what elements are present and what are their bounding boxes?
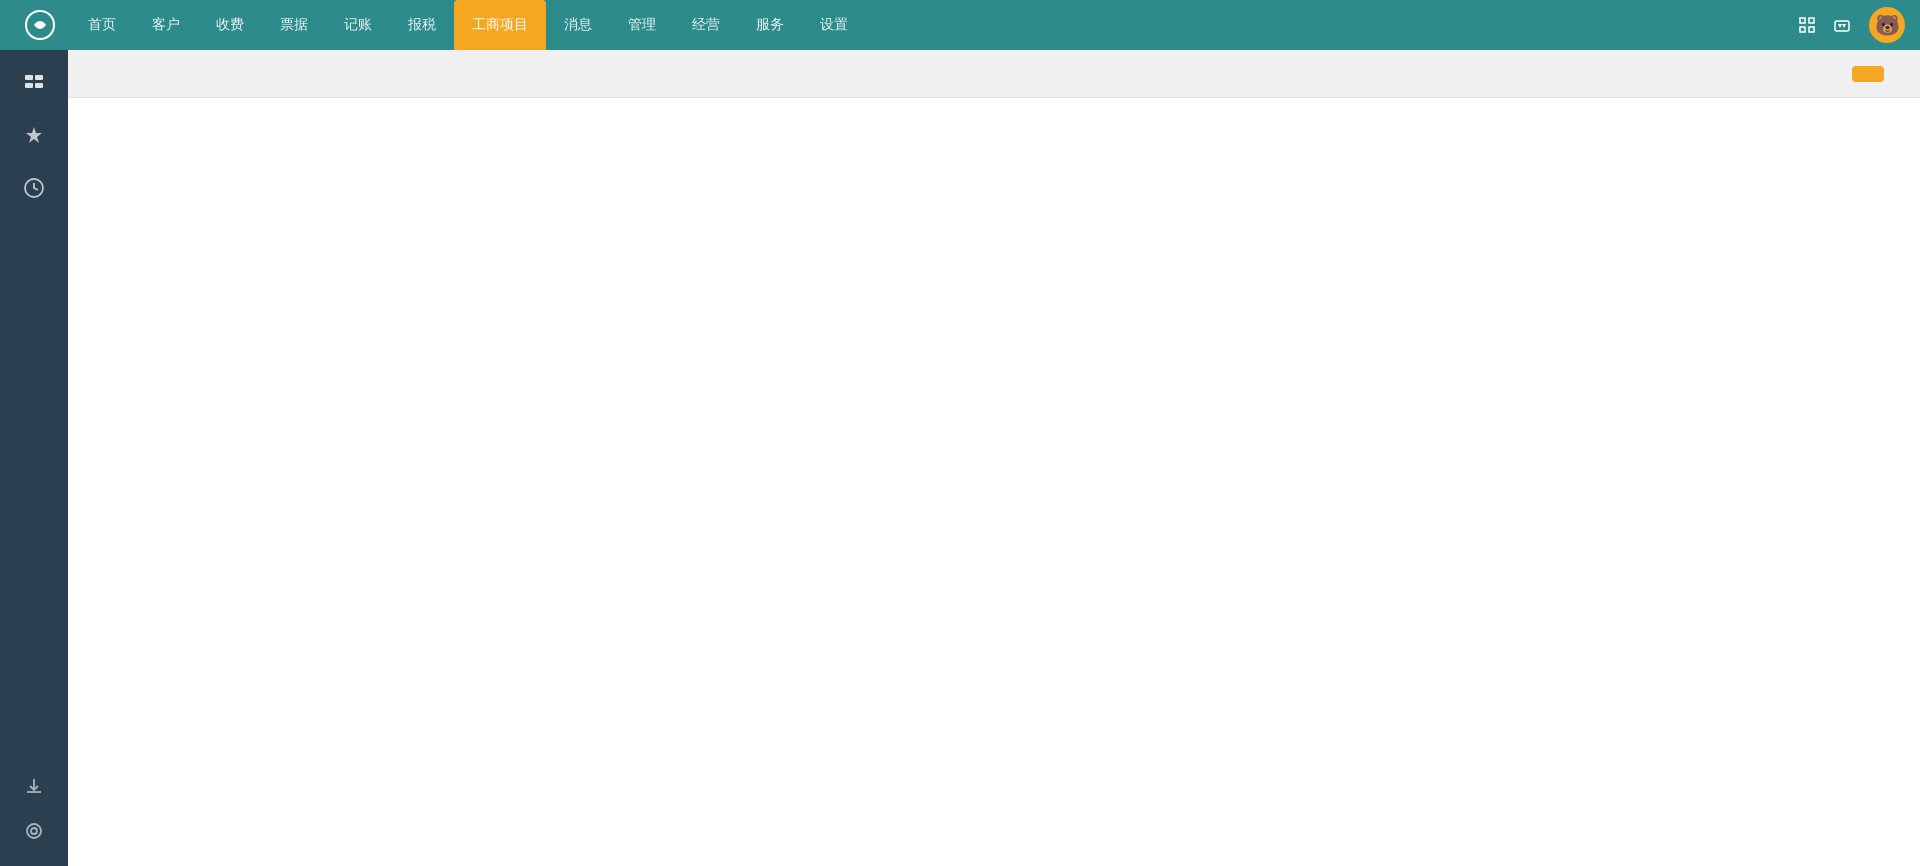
nav-item-首页[interactable]: 首页 — [70, 0, 134, 50]
svg-rect-4 — [1835, 21, 1849, 31]
nav-item-工商项目[interactable]: 工商项目 — [454, 0, 546, 50]
sidebar-item-progress-monitor[interactable] — [0, 164, 68, 216]
user-avatar[interactable]: 🐻 — [1869, 7, 1905, 43]
nav-item-记账[interactable]: 记账 — [326, 0, 390, 50]
sidebar-item-project-management[interactable] — [0, 60, 68, 112]
left-sidebar — [0, 50, 68, 866]
sidebar-item-project-type[interactable] — [0, 112, 68, 164]
project-management-icon — [22, 72, 46, 96]
nav-item-收费[interactable]: 收费 — [198, 0, 262, 50]
vip-button[interactable] — [1834, 17, 1854, 33]
nav-item-票据[interactable]: 票据 — [262, 0, 326, 50]
nav-item-服务[interactable]: 服务 — [738, 0, 802, 50]
nav-item-消息[interactable]: 消息 — [546, 0, 610, 50]
nav-item-管理[interactable]: 管理 — [610, 0, 674, 50]
main-content[interactable] — [68, 98, 1920, 866]
svg-rect-2 — [1800, 27, 1805, 32]
nav-item-经营[interactable]: 经营 — [674, 0, 738, 50]
project-type-icon — [22, 124, 46, 148]
sidebar-location-button[interactable] — [24, 811, 44, 851]
svg-rect-7 — [35, 75, 43, 80]
content-area — [68, 50, 1920, 866]
nav-item-客户[interactable]: 客户 — [134, 0, 198, 50]
svg-point-12 — [27, 824, 41, 838]
main-layout — [0, 50, 1920, 866]
svg-marker-10 — [26, 127, 42, 143]
tab-bar-actions — [1852, 66, 1900, 82]
svg-rect-8 — [25, 83, 33, 88]
svg-marker-5 — [1838, 24, 1846, 28]
sidebar-bottom — [24, 766, 44, 866]
top-nav-right: 🐻 — [1799, 7, 1920, 43]
sidebar-download-button[interactable] — [24, 766, 44, 806]
svg-rect-9 — [35, 83, 43, 88]
nav-item-设置[interactable]: 设置 — [802, 0, 866, 50]
svg-rect-0 — [1800, 18, 1805, 23]
progress-monitor-icon — [22, 176, 46, 200]
svg-rect-6 — [25, 75, 33, 80]
svg-rect-3 — [1809, 27, 1814, 32]
app-logo — [10, 7, 70, 43]
top-navigation: 首页客户收费票据记账报税工商项目消息管理经营服务设置 🐻 — [0, 0, 1920, 50]
svg-rect-1 — [1809, 18, 1814, 23]
nav-item-报税[interactable]: 报税 — [390, 0, 454, 50]
nav-menu: 首页客户收费票据记账报税工商项目消息管理经营服务设置 — [70, 0, 1799, 50]
fullscreen-button[interactable] — [1799, 17, 1819, 33]
new-type-button[interactable] — [1852, 66, 1884, 82]
tab-bar — [68, 50, 1920, 98]
svg-point-13 — [31, 828, 37, 834]
